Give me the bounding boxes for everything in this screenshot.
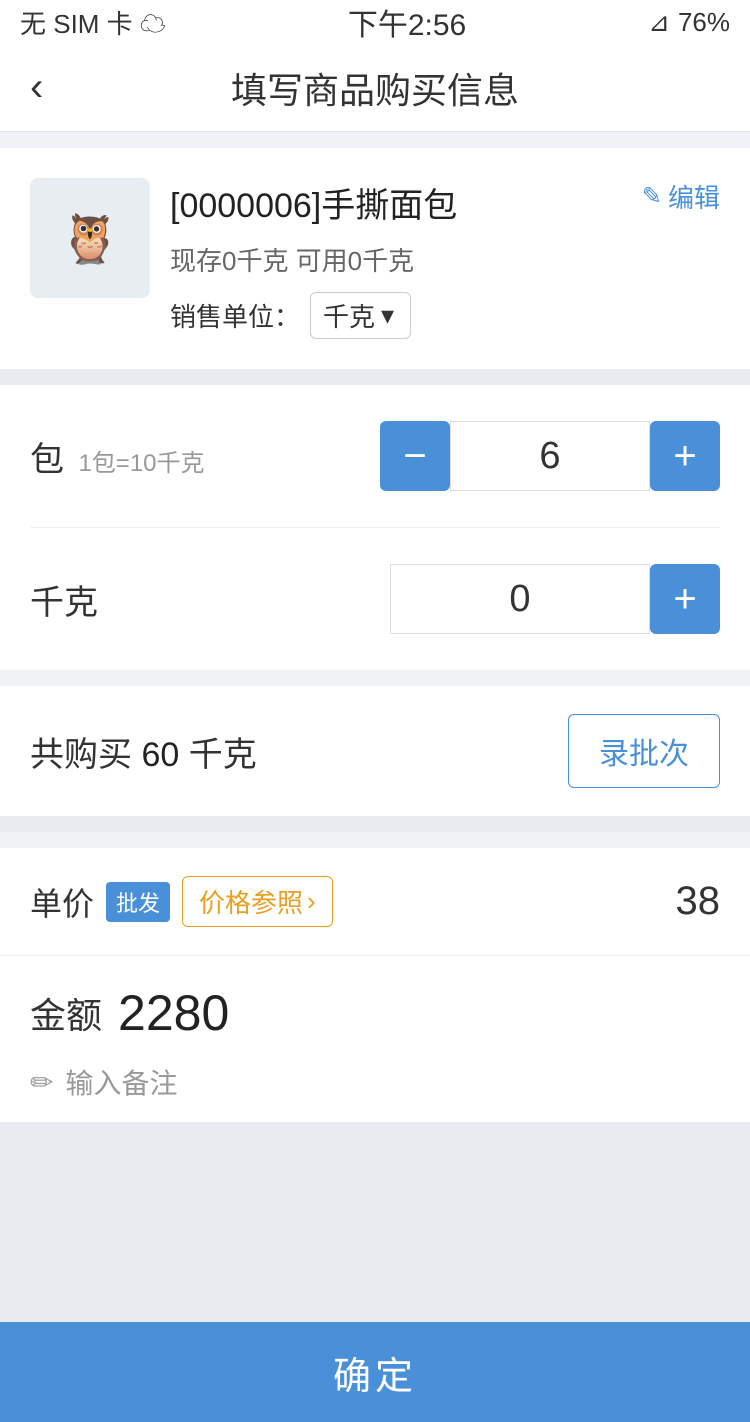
battery-level: 76% [678, 7, 730, 38]
batch-button[interactable]: 录批次 [568, 714, 720, 788]
unit-select[interactable]: 千克 ▾ [310, 292, 411, 339]
package-plus-button[interactable]: + [650, 421, 720, 491]
kilogram-plus-button[interactable]: + [650, 564, 720, 634]
product-thumbnail: 🦉 [60, 210, 120, 267]
unit-value: 千克 [323, 297, 375, 334]
price-value: 38 [676, 879, 721, 924]
package-quantity-control: − + [380, 421, 720, 491]
price-label: 单价 [30, 879, 94, 925]
divider-2 [0, 816, 750, 832]
remark-placeholder: 输入备注 [65, 1062, 177, 1102]
divider-1 [0, 369, 750, 385]
product-card: 🦉 [0000006]手撕面包 现存0千克 可用0千克 销售单位： 千克 ▾ ✎… [0, 148, 750, 369]
package-row: 包 1包=10千克 − + [30, 385, 720, 528]
price-section: 单价 批发 价格参照 › 38 [0, 848, 750, 956]
status-time: 下午2:56 [348, 0, 466, 44]
price-ref-chevron-icon: › [307, 886, 316, 917]
status-bar: 无 SIM 卡 ☁ 下午2:56 ⊿ 76% [0, 0, 750, 44]
total-prefix: 共购买 [30, 736, 132, 774]
back-button[interactable]: ‹ [30, 65, 43, 110]
confirm-button[interactable]: 确定 [0, 1322, 750, 1422]
content-area [0, 1122, 750, 1322]
edit-label: 编辑 [668, 178, 720, 215]
status-right: ⊿ 76% [648, 7, 730, 38]
package-label-group: 包 1包=10千克 [30, 432, 205, 481]
total-amount: 60 [141, 736, 188, 774]
price-badge: 批发 [106, 882, 170, 922]
price-ref-label: 价格参照 [199, 883, 303, 920]
page-title: 填写商品购买信息 [231, 62, 519, 114]
edit-icon: ✎ [642, 182, 662, 211]
amount-section: 金额 2280 ✏ 输入备注 [0, 956, 750, 1122]
amount-row: 金额 2280 [30, 984, 720, 1042]
total-row: 共购买 60 千克 录批次 [0, 686, 750, 816]
sim-status: 无 SIM 卡 ☁ [20, 4, 166, 41]
input-section: 包 1包=10千克 − + 千克 + [0, 385, 750, 670]
package-hint: 1包=10千克 [78, 450, 204, 477]
amount-label: 金额 [30, 987, 102, 1039]
product-image: 🦉 [30, 178, 150, 298]
unit-chevron-icon: ▾ [381, 300, 394, 331]
product-unit-row: 销售单位： 千克 ▾ [170, 292, 720, 339]
kilogram-label-group: 千克 [30, 575, 98, 624]
price-row: 单价 批发 价格参照 › 38 [30, 876, 720, 927]
product-stock: 现存0千克 可用0千克 [170, 241, 720, 278]
kilogram-quantity-input[interactable] [390, 564, 650, 634]
remark-row[interactable]: ✏ 输入备注 [30, 1062, 720, 1102]
product-name: [0000006]手撕面包 [170, 178, 720, 227]
price-label-group: 单价 批发 价格参照 › [30, 876, 333, 927]
kilogram-row: 千克 + [30, 528, 720, 670]
unit-label: 销售单位： [170, 297, 300, 334]
status-left: 无 SIM 卡 ☁ [20, 4, 166, 41]
price-ref-button[interactable]: 价格参照 › [182, 876, 333, 927]
total-text: 共购买 60 千克 [30, 727, 257, 776]
kilogram-label: 千克 [30, 584, 98, 622]
package-minus-button[interactable]: − [380, 421, 450, 491]
edit-button[interactable]: ✎ 编辑 [642, 178, 720, 215]
battery-icon: ⊿ [648, 7, 670, 38]
package-label: 包 [30, 441, 64, 479]
package-quantity-input[interactable] [450, 421, 650, 491]
total-unit: 千克 [189, 736, 257, 774]
amount-value: 2280 [118, 984, 229, 1042]
nav-bar: ‹ 填写商品购买信息 [0, 44, 750, 132]
product-info: [0000006]手撕面包 现存0千克 可用0千克 销售单位： 千克 ▾ [170, 178, 720, 339]
pencil-icon: ✏ [30, 1066, 53, 1099]
kilogram-quantity-control: + [390, 564, 720, 634]
